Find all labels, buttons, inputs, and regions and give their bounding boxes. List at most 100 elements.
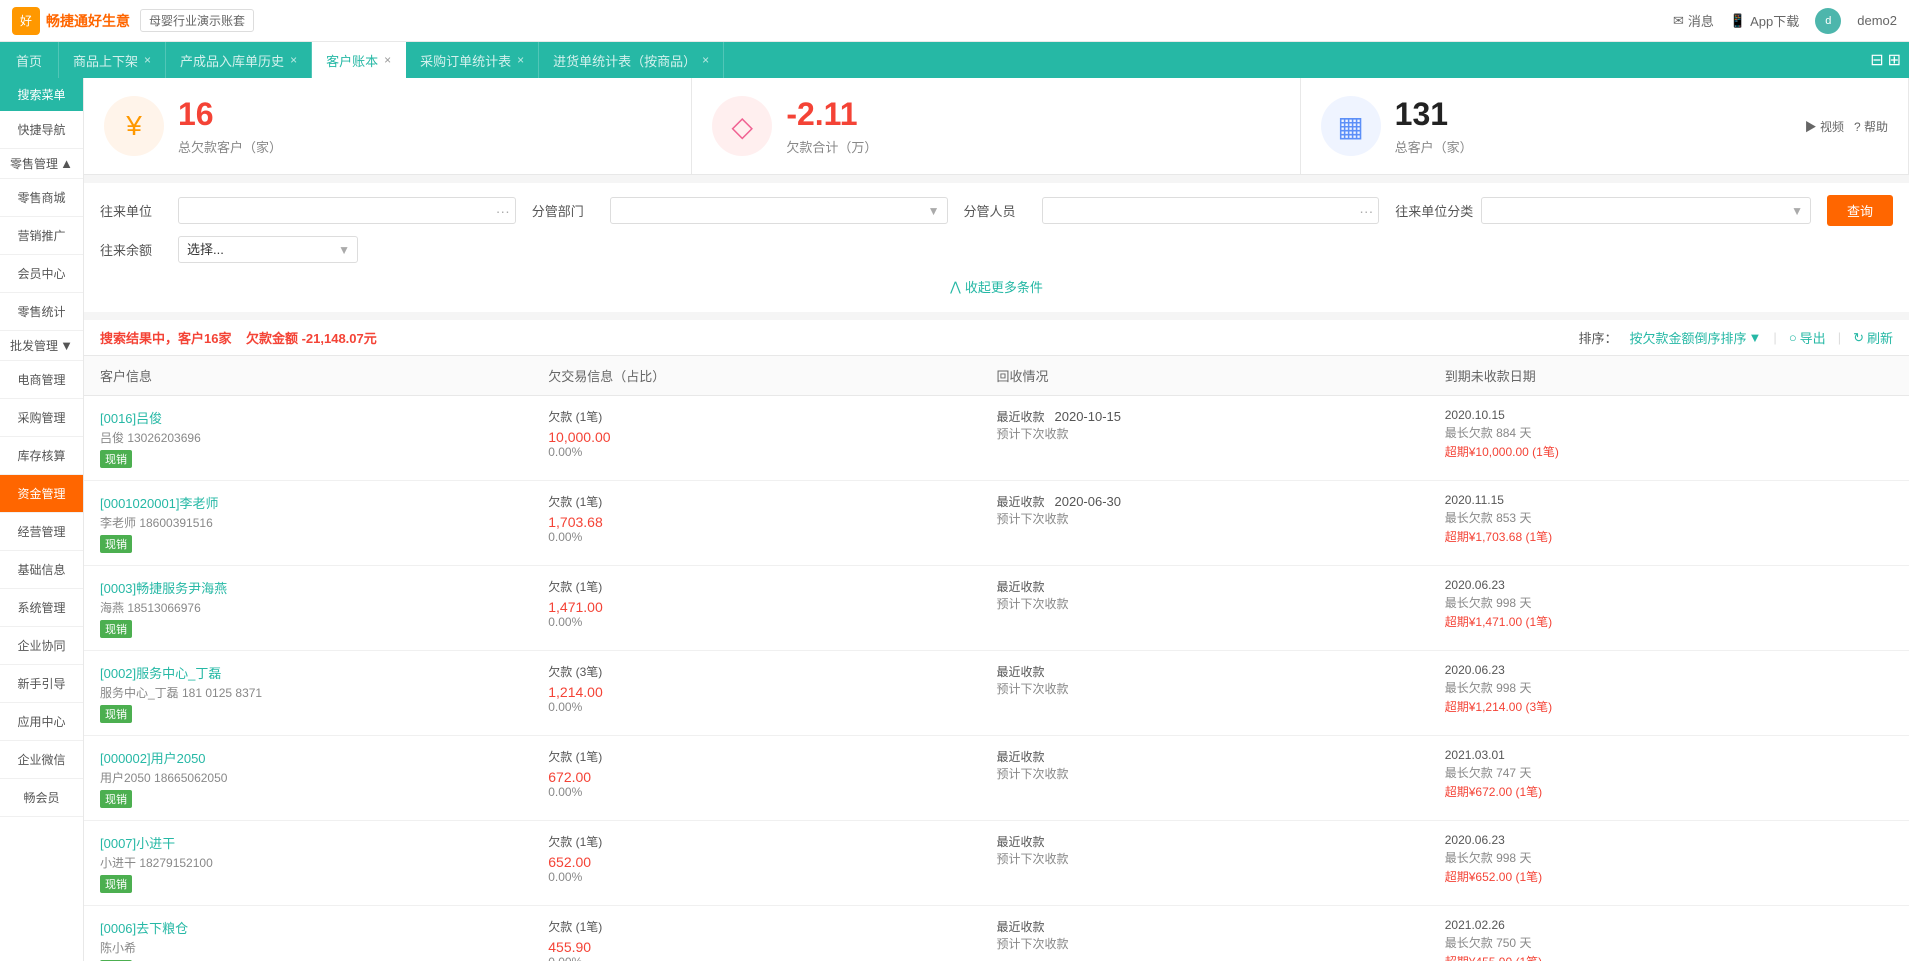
customer-name-1[interactable]: [0001020001]李老师: [100, 496, 219, 511]
system-name[interactable]: 母婴行业演示账套: [140, 9, 254, 32]
debt-ratio-6: 0.00%: [548, 955, 996, 961]
overdue-amount-5[interactable]: 超期¥652.00 (1笔): [1445, 868, 1893, 885]
sidebar-item-basic-info[interactable]: 基础信息: [0, 551, 83, 589]
tab-production[interactable]: 产成品入库单历史 ×: [166, 42, 312, 78]
customer-name-5[interactable]: [0007]小进干: [100, 836, 175, 851]
filter-label-unit: 往来单位: [100, 201, 170, 220]
message-button[interactable]: ✉ 消息: [1673, 11, 1714, 30]
customer-name-4[interactable]: [000002]用户2050: [100, 751, 206, 766]
overdue-amount-4[interactable]: 超期¥672.00 (1笔): [1445, 783, 1893, 800]
overdue-info-2: 2020.06.23 最长欠款 998 天 超期¥1,471.00 (1笔): [1445, 578, 1893, 630]
stat-info-debt-total: -2.11 欠款合计（万）: [786, 96, 877, 156]
table-header: 客户信息 欠交易信息（占比） 回收情况 到期未收款日期: [84, 356, 1909, 396]
overdue-amount-2[interactable]: 超期¥1,471.00 (1笔): [1445, 613, 1893, 630]
sidebar-item-finance[interactable]: 资金管理: [0, 475, 83, 513]
tab-close-purchase-product[interactable]: ×: [702, 53, 709, 67]
tab-home[interactable]: 首页: [0, 42, 59, 78]
collection-info-3: 最近收款 预计下次收款: [997, 663, 1445, 697]
filter-dots-manager[interactable]: ···: [1359, 203, 1373, 219]
help-btn[interactable]: ? 帮助: [1854, 118, 1888, 135]
query-button[interactable]: 查询: [1827, 195, 1893, 226]
tab-purchase-product-stats[interactable]: 进货单统计表（按商品） ×: [539, 42, 724, 78]
customer-name-2[interactable]: [0003]畅捷服务尹海燕: [100, 581, 227, 596]
filter-select-balance[interactable]: 选择...: [178, 236, 358, 263]
collection-label-0: 最近收款 2020-10-15: [997, 408, 1445, 425]
sidebar-item-wholesale[interactable]: 批发管理 ▼: [0, 331, 83, 361]
overdue-amount-0[interactable]: 超期¥10,000.00 (1笔): [1445, 443, 1893, 460]
overdue-date-2: 2020.06.23: [1445, 578, 1893, 592]
result-actions: 排序： 按欠款金额倒序排序 ▼ | ○ 导出 | ↻ 刷新: [1579, 328, 1893, 347]
sort-value[interactable]: 按欠款金额倒序排序 ▼: [1630, 328, 1762, 347]
tab-customer-account[interactable]: 客户账本 ×: [312, 42, 406, 78]
filter-select-category[interactable]: [1481, 197, 1811, 224]
tab-collapse-icon[interactable]: ⊟: [1870, 50, 1883, 70]
sidebar-search[interactable]: 搜索菜单: [0, 78, 83, 111]
filter-bar: 往来单位 ··· 分管部门 ▼ 分管人员: [84, 183, 1909, 312]
filter-input-unit[interactable]: [178, 197, 516, 224]
refresh-icon: ↻: [1853, 330, 1864, 346]
debt-ratio-1: 0.00%: [548, 530, 996, 544]
overdue-amount-1[interactable]: 超期¥1,703.68 (1笔): [1445, 528, 1893, 545]
debt-amount-2: 1,471.00: [548, 599, 996, 615]
sidebar: 搜索菜单 快捷导航 零售管理 ▲ 零售商城 营销推广 会员中心 零售统计 批发管…: [0, 78, 84, 961]
tab-purchase-stats[interactable]: 采购订单统计表 ×: [406, 42, 539, 78]
customer-tag-3: 现销: [100, 705, 132, 723]
tab-close-customer[interactable]: ×: [384, 53, 391, 67]
refresh-button[interactable]: ↻ 刷新: [1853, 328, 1893, 347]
filter-dots-unit[interactable]: ···: [496, 203, 510, 219]
stat-label-debt-customers: 总欠款客户（家）: [178, 137, 282, 156]
sidebar-item-retail-stats[interactable]: 零售统计: [0, 293, 83, 331]
customer-name-0[interactable]: [0016]吕俊: [100, 411, 162, 426]
avatar[interactable]: d: [1815, 8, 1841, 34]
sidebar-item-wechat[interactable]: 企业微信: [0, 741, 83, 779]
sidebar-item-purchase[interactable]: 采购管理: [0, 399, 83, 437]
sidebar-item-system[interactable]: 系统管理: [0, 589, 83, 627]
app-download-button[interactable]: 📱 App下载: [1730, 11, 1799, 30]
overdue-info-5: 2020.06.23 最长欠款 998 天 超期¥652.00 (1笔): [1445, 833, 1893, 885]
sidebar-item-app-center[interactable]: 应用中心: [0, 703, 83, 741]
customer-name-6[interactable]: [0006]去下粮仓: [100, 921, 188, 936]
sidebar-item-shortcuts[interactable]: 快捷导航: [0, 111, 83, 149]
tab-expand-icon[interactable]: ⊞: [1888, 50, 1901, 70]
collapse-icon: ⋀: [950, 279, 961, 295]
sidebar-item-enterprise[interactable]: 企业协同: [0, 627, 83, 665]
debt-count-6: 欠款 (1笔): [548, 918, 996, 935]
filter-input-manager[interactable]: [1042, 197, 1380, 224]
table-row: [0016]吕俊 吕俊 13026203696 现销 欠款 (1笔) 10,00…: [84, 396, 1909, 481]
content-area: ¥ 16 总欠款客户（家） ◇ -2.11 欠款合计（万） ▦ 131 总客户（…: [84, 78, 1909, 961]
customer-info-2: [0003]畅捷服务尹海燕 海燕 18513066976 现销: [100, 578, 548, 638]
customer-phone-6: 陈小希: [100, 939, 548, 956]
overdue-amount-6[interactable]: 超期¥455.90 (1笔): [1445, 953, 1893, 961]
tab-goods[interactable]: 商品上下架 ×: [59, 42, 166, 78]
debt-info-3: 欠款 (3笔) 1,214.00 0.00%: [548, 663, 996, 714]
overdue-info-1: 2020.11.15 最长欠款 853 天 超期¥1,703.68 (1笔): [1445, 493, 1893, 545]
sidebar-item-inventory[interactable]: 库存核算: [0, 437, 83, 475]
tab-close-goods[interactable]: ×: [144, 53, 151, 67]
debt-amount-4: 672.00: [548, 769, 996, 785]
collection-label-2: 最近收款: [997, 578, 1445, 595]
collection-note-4: 预计下次收款: [997, 765, 1445, 782]
tab-close-production[interactable]: ×: [290, 53, 297, 67]
stat-card-actions: ▶ 视频 ? 帮助: [1805, 118, 1888, 135]
filter-select-department[interactable]: [610, 197, 948, 224]
customer-tag-2: 现销: [100, 620, 132, 638]
overdue-info-3: 2020.06.23 最长欠款 998 天 超期¥1,214.00 (3笔): [1445, 663, 1893, 715]
overdue-amount-3[interactable]: 超期¥1,214.00 (3笔): [1445, 698, 1893, 715]
table-container: 客户信息 欠交易信息（占比） 回收情况 到期未收款日期 [0016]吕俊 吕俊 …: [84, 356, 1909, 961]
sidebar-item-member-center[interactable]: 会员中心: [0, 255, 83, 293]
sidebar-item-ecommerce[interactable]: 电商管理: [0, 361, 83, 399]
stat-value-debt-customers: 16: [178, 96, 282, 133]
sidebar-item-business[interactable]: 经营管理: [0, 513, 83, 551]
video-btn[interactable]: ▶ 视频: [1805, 118, 1844, 135]
sidebar-item-newbie[interactable]: 新手引导: [0, 665, 83, 703]
sidebar-item-retail-mall[interactable]: 零售商城: [0, 179, 83, 217]
filter-row-1: 往来单位 ··· 分管部门 ▼ 分管人员: [100, 195, 1893, 226]
sidebar-item-marketing[interactable]: 营销推广: [0, 217, 83, 255]
customer-name-3[interactable]: [0002]服务中心_丁磊: [100, 666, 221, 681]
collapse-button[interactable]: ⋀ 收起更多条件: [100, 273, 1893, 300]
sidebar-item-retail-manage[interactable]: 零售管理 ▲: [0, 149, 83, 179]
sidebar-item-member[interactable]: 畅会员: [0, 779, 83, 817]
tab-close-purchase[interactable]: ×: [517, 53, 524, 67]
overdue-date-4: 2021.03.01: [1445, 748, 1893, 762]
export-button[interactable]: ○ 导出: [1789, 328, 1826, 347]
